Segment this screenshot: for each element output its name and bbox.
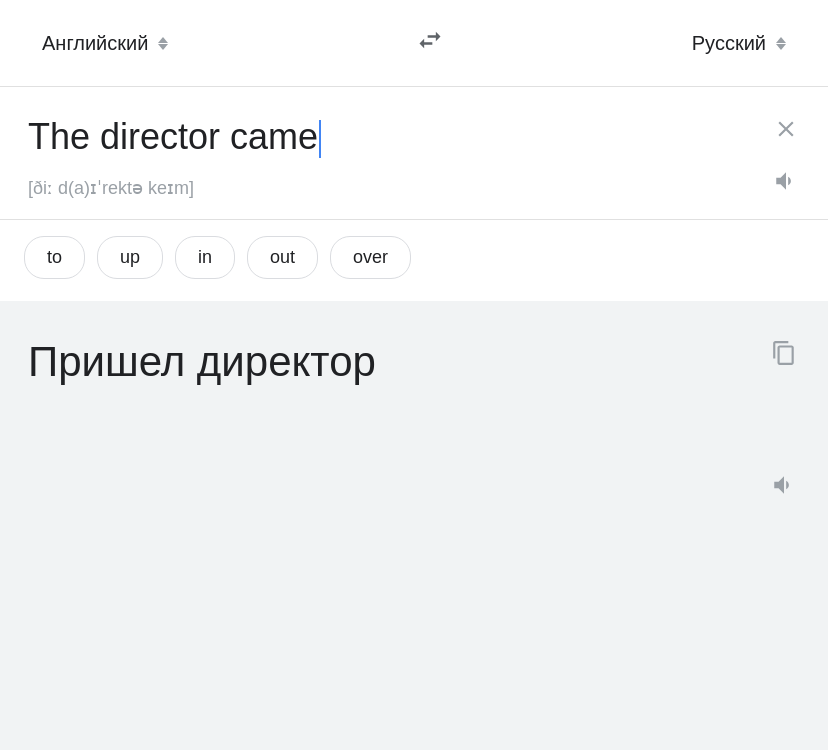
target-language-selector[interactable]: Русский [680, 24, 798, 63]
source-language-selector[interactable]: Английский [30, 24, 180, 63]
suggestion-chip-up[interactable]: up [97, 236, 163, 279]
output-audio-button[interactable] [764, 465, 804, 505]
phonetic-transcription: [ðiː d(a)ɪˈrektə keɪm] [28, 177, 800, 199]
output-section: Пришел директор [0, 309, 828, 529]
arrow-down-icon [158, 44, 168, 50]
suggestion-chip-over[interactable]: over [330, 236, 411, 279]
source-language-label: Английский [42, 32, 148, 55]
arrow-up-icon [158, 37, 168, 43]
text-cursor [319, 120, 321, 158]
arrow-down-icon [776, 44, 786, 50]
swap-icon-container [180, 18, 679, 68]
close-icon [773, 116, 799, 142]
source-text-input[interactable]: The director came [28, 115, 740, 165]
suggestion-chip-to[interactable]: to [24, 236, 85, 279]
swap-icon [416, 26, 444, 54]
input-text-content: The director came [28, 116, 318, 157]
suggestion-chip-out[interactable]: out [247, 236, 318, 279]
speaker-icon [771, 472, 797, 498]
target-lang-arrows [776, 37, 786, 50]
input-audio-button[interactable] [768, 163, 804, 199]
source-lang-arrows [158, 37, 168, 50]
speaker-icon [773, 168, 799, 194]
header-bar: Английский Русский [0, 0, 828, 87]
target-language-label: Русский [692, 32, 766, 55]
clear-input-button[interactable] [768, 111, 804, 147]
copy-icon [771, 340, 797, 366]
suggestions-bar: to up in out over [0, 220, 828, 309]
input-section: The director came [ðiː d(a)ɪˈrektə keɪm] [0, 87, 828, 220]
suggestion-chip-in[interactable]: in [175, 236, 235, 279]
translated-text: Пришел директор [28, 337, 720, 387]
swap-languages-button[interactable] [408, 18, 452, 68]
copy-translation-button[interactable] [764, 333, 804, 373]
arrow-up-icon [776, 37, 786, 43]
